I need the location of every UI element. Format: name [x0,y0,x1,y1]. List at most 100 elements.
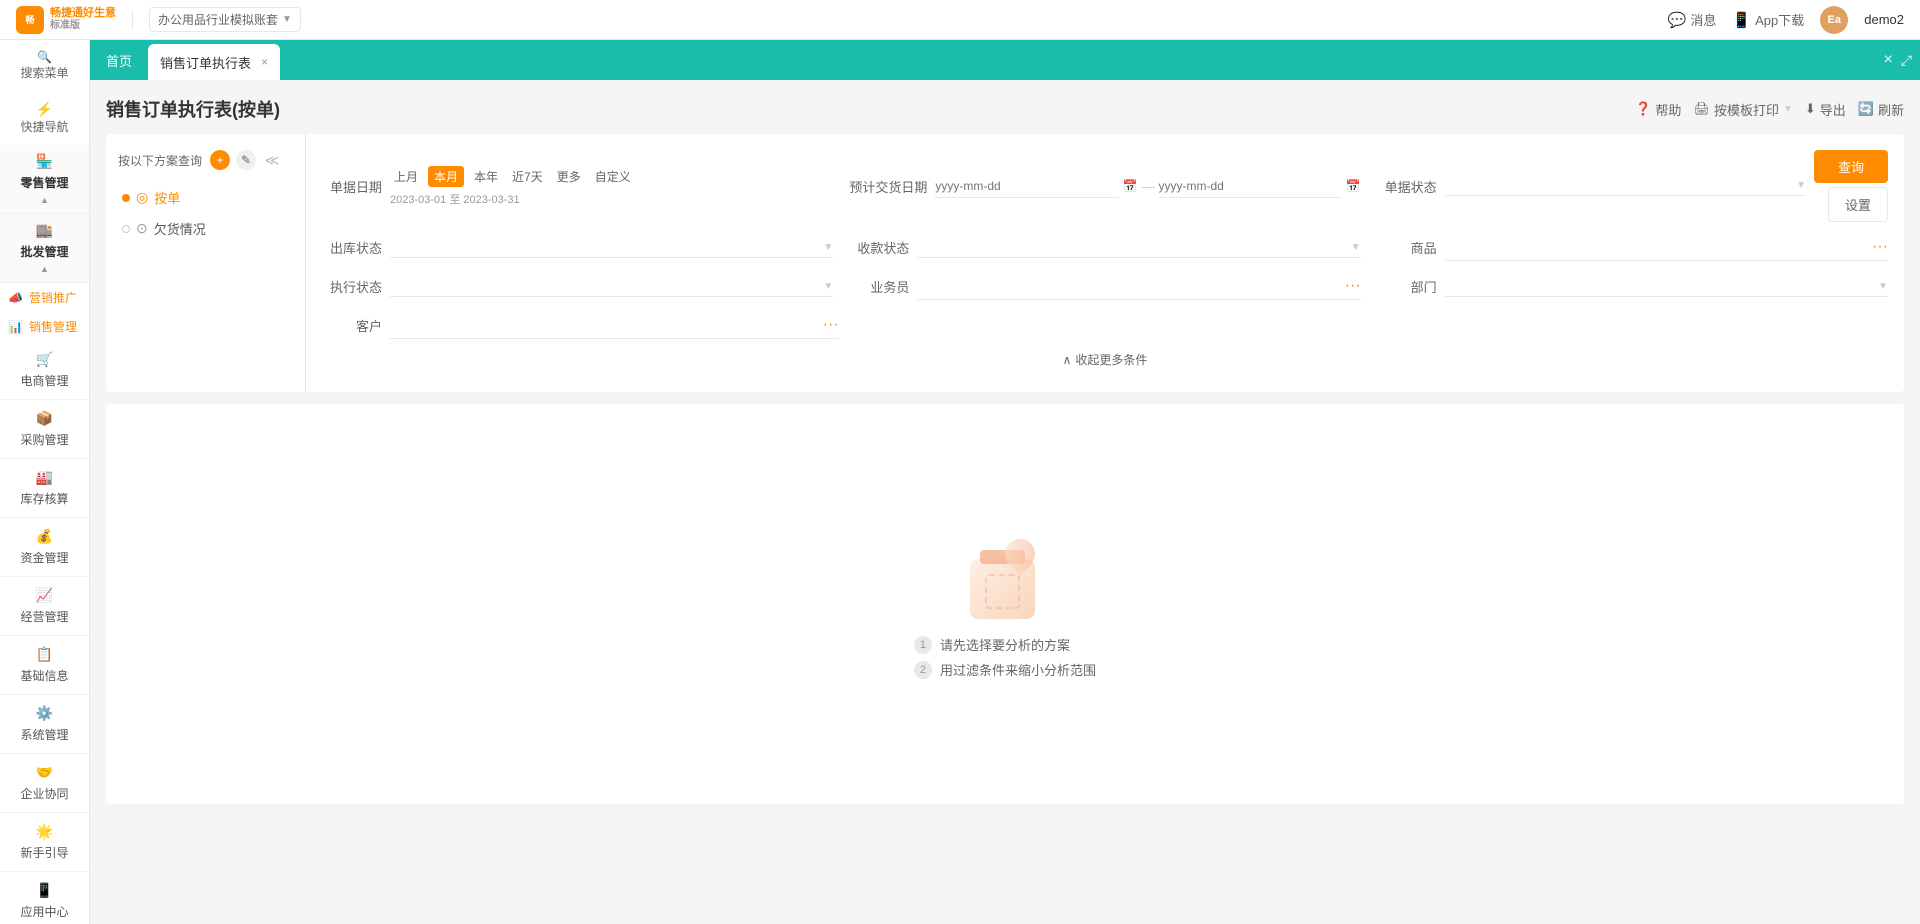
filter-left-panel: 按以下方案查询 + ✎ ≪ ◎ 按单 ⊙ [106,134,306,392]
sidebar-item-system[interactable]: ⚙️ 系统管理 [0,695,89,754]
app-download-btn[interactable]: 📱 App下载 [1732,10,1804,29]
query-button[interactable]: 查询 [1814,150,1888,183]
date-tab-this-month[interactable]: 本月 [428,166,464,187]
payment-select[interactable]: ▼ [917,238,1360,258]
filter-field-payment: 收款状态 ▼ [849,238,1360,258]
sidebar-item-ecommerce[interactable]: 🛒 电商管理 [0,341,89,400]
help-btn[interactable]: ❓ 帮助 [1635,100,1681,119]
collapse-more-btn[interactable]: ∧ 收起更多条件 [322,343,1888,376]
export-label: 导出 [1820,100,1846,119]
sidebar-item-label-purchase: 采购管理 [20,431,68,448]
filter-field-dept: 部门 ▼ [1377,277,1888,297]
message-btn[interactable]: 💬 消息 [1668,10,1717,29]
sidebar-item-label-appcenter: 应用中心 [20,903,68,920]
collapse-up-icon: ∧ [1063,353,1072,367]
sidebar-quick-nav[interactable]: ⚡ 快捷导航 [0,91,89,145]
filter-right-panel: 单据日期 上月 本月 本年 近7天 更多 自定义 20 [306,134,1904,392]
filter-plan-by-order[interactable]: ◎ 按单 [118,182,293,213]
ecommerce-icon: 🛒 [36,351,53,368]
purchase-icon: 📦 [36,410,53,427]
sidebar-item-basic[interactable]: 📋 基础信息 [0,636,89,695]
template-print-btn[interactable]: 🖨 按模板打印 ▼ [1693,100,1792,119]
logo-icon: 畅 [16,6,44,34]
appcenter-icon: 📱 [36,882,53,899]
page-header: 销售订单执行表(按单) ❓ 帮助 🖨 按模板打印 ▼ ⬇ 导出 [106,96,1904,122]
sidebar-item-label-basic: 基础信息 [20,667,68,684]
date-tab-more[interactable]: 更多 [553,166,585,187]
calendar-to-icon[interactable]: 📅 [1346,179,1361,193]
filter-icons: + ✎ ≪ [210,150,282,170]
plan-circle-icon: ◎ [136,189,148,206]
goods-dots-icon[interactable]: ··· [1872,238,1888,256]
dept-select[interactable]: ▼ [1445,277,1888,297]
sidebar-item-purchase[interactable]: 📦 采购管理 [0,400,89,459]
sidebar-search[interactable]: 🔍 搜索菜单 [0,40,89,91]
window-maximize-icon[interactable]: ⤢ [1901,52,1912,69]
sidebar-item-enterprise[interactable]: 🤝 企业协同 [0,754,89,813]
filter-field-status: 单据状态 ▼ [1377,176,1806,196]
date-tab-7days[interactable]: 近7天 [508,166,547,187]
data-area: 1 请先选择要分析的方案 2 用过滤条件来缩小分析范围 [106,404,1904,804]
help-label: 帮助 [1655,100,1681,119]
sidebar-item-label-operation: 经营管理 [20,608,68,625]
sidebar-item-label-wholesale: 批发管理 [20,243,68,260]
date-tab-prev-month[interactable]: 上月 [390,166,422,187]
content-area: 首页 销售订单执行表 × × ⤢ 销售订单执行表(按单) ❓ 帮助 [90,40,1920,924]
customer-dots-icon[interactable]: ··· [823,316,839,334]
add-plan-btn[interactable]: + [210,150,230,170]
refresh-label: 刷新 [1878,100,1904,119]
edit-plan-btn[interactable]: ✎ [236,150,256,170]
salesperson-dots-icon[interactable]: ··· [1345,277,1361,295]
sidebar-item-label-inventory: 库存核算 [20,490,68,507]
sidebar-item-finance[interactable]: 💰 资金管理 [0,518,89,577]
sidebar-item-retail[interactable]: 🏪 零售管理 ▲ [0,145,89,214]
tab-home[interactable]: 首页 [90,40,148,80]
collapse-plans-btn[interactable]: ≪ [262,150,282,170]
step-1-text: 请先选择要分析的方案 [940,635,1070,654]
status-select-arrow-icon: ▼ [1796,180,1806,191]
filter-field-expected-date: 预计交货日期 📅 — 📅 [849,175,1360,198]
exec-select[interactable]: ▼ [390,277,833,297]
expected-date-label: 预计交货日期 [849,177,927,196]
sidebar-item-newuser[interactable]: 🌟 新手引导 [0,813,89,872]
date-tab-custom[interactable]: 自定义 [591,166,635,187]
retail-arrow-icon: ▲ [40,195,49,205]
industry-selector[interactable]: 办公用品行业模拟账套 ▼ [149,7,301,32]
tab-close-icon[interactable]: × [261,55,268,69]
exec-arrow-icon: ▼ [823,281,833,292]
sidebar-item-appcenter[interactable]: 📱 应用中心 [0,872,89,924]
avatar[interactable]: Ea [1820,6,1848,34]
expected-date-to[interactable] [1159,175,1342,198]
payment-label: 收款状态 [849,238,909,257]
settings-button[interactable]: 设置 [1828,187,1888,222]
sidebar-sub-promo[interactable]: 📣 营销推广 [0,283,89,312]
refresh-btn[interactable]: 🔄 刷新 [1858,100,1904,119]
step-2-num: 2 [914,661,932,679]
status-select[interactable]: ▼ [1445,176,1806,196]
sidebar-search-label: 搜索菜单 [8,64,81,81]
calendar-from-icon[interactable]: 📅 [1123,179,1138,193]
outstock-select[interactable]: ▼ [390,238,833,258]
filter-left-title: 按以下方案查询 + ✎ ≪ [118,150,293,170]
tab-sales-exec[interactable]: 销售订单执行表 × [148,44,280,80]
expected-date-from[interactable] [935,175,1118,198]
sidebar-item-inventory[interactable]: 🏭 库存核算 [0,459,89,518]
plan-by-order-label: 按单 [154,188,180,207]
sidebar-sub-sales-label: 销售管理 [29,318,77,335]
retail-icon: 🏪 [36,153,53,170]
export-btn[interactable]: ⬇ 导出 [1805,100,1846,119]
date-field-label: 单据日期 [322,177,382,196]
step-2-text: 用过滤条件来缩小分析范围 [940,660,1096,679]
filter-field-goods: 商品 ··· [1377,234,1888,261]
date-tab-this-year[interactable]: 本年 [470,166,502,187]
filter-plan-by-credit[interactable]: ⊙ 欠货情况 [118,213,293,244]
operation-icon: 📈 [36,587,53,604]
newuser-icon: 🌟 [36,823,53,840]
sidebar-sub-sales[interactable]: 📊 销售管理 [0,312,89,341]
customer-label: 客户 [322,316,382,335]
sidebar-item-operation[interactable]: 📈 经营管理 [0,577,89,636]
page-actions: ❓ 帮助 🖨 按模板打印 ▼ ⬇ 导出 🔄 刷新 [1635,100,1904,119]
sidebar-item-wholesale[interactable]: 🏬 批发管理 ▲ [0,214,89,283]
window-close-icon[interactable]: × [1883,51,1892,69]
date-range-expected: 📅 — 📅 [935,175,1360,198]
